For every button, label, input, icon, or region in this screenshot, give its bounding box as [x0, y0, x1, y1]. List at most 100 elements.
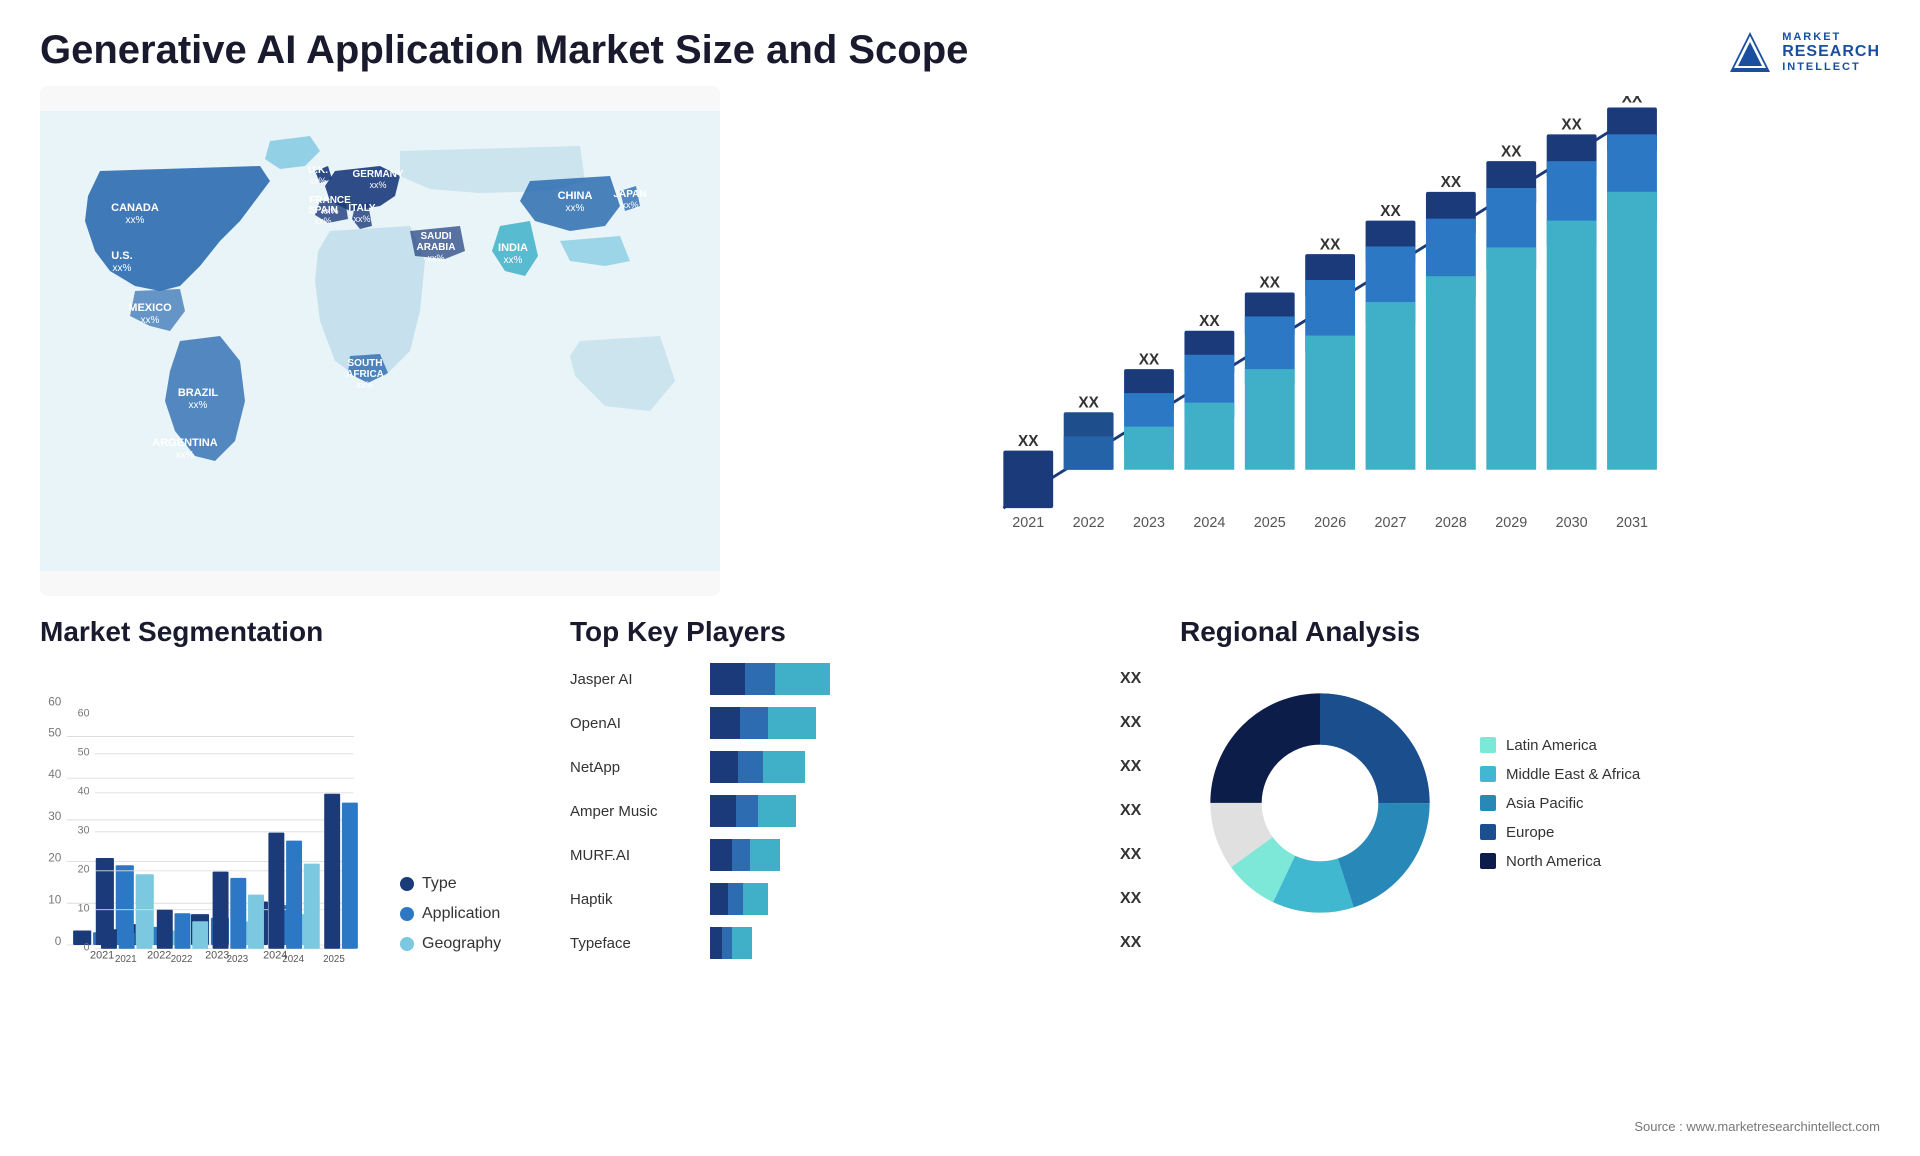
player-bar-seg1	[710, 751, 738, 783]
svg-text:SOUTH: SOUTH	[348, 358, 383, 369]
source-text: Source : www.marketresearchintellect.com	[1634, 1119, 1880, 1134]
player-xx-label: XX	[1120, 802, 1150, 820]
svg-text:xx%: xx%	[621, 200, 638, 210]
application-dot	[400, 907, 414, 921]
page-header: Generative AI Application Market Size an…	[0, 0, 1920, 76]
regional-label: Europe	[1506, 824, 1554, 841]
regional-legend-item: Latin America	[1480, 737, 1640, 754]
svg-text:20: 20	[48, 852, 62, 865]
svg-text:2024: 2024	[1193, 515, 1225, 531]
svg-text:XX: XX	[1320, 236, 1341, 253]
svg-text:60: 60	[48, 696, 62, 709]
bar-chart-wrapper: XX 2021 XX 2022 XX 2023 XX	[760, 96, 1860, 556]
svg-text:xx%: xx%	[314, 216, 331, 226]
player-bar-seg3	[758, 795, 796, 827]
player-bar-seg1	[710, 839, 732, 871]
geography-dot	[400, 937, 414, 951]
seg-chart-area: 0 10 20 30 40 50 60 2021	[40, 663, 540, 983]
svg-text:xx%: xx%	[126, 215, 145, 226]
svg-text:xx%: xx%	[353, 214, 370, 224]
regional-color-box	[1480, 795, 1496, 811]
player-bar-seg1	[710, 927, 722, 959]
svg-text:CANADA: CANADA	[111, 202, 159, 214]
svg-text:XX: XX	[1561, 117, 1582, 134]
player-bar-container	[710, 927, 1102, 959]
logo-icon	[1726, 28, 1774, 76]
svg-text:ARABIA: ARABIA	[417, 242, 456, 253]
seg-legend: Type Application Geography	[400, 875, 501, 983]
player-bar-seg2	[736, 795, 758, 827]
svg-text:0: 0	[84, 941, 90, 953]
regional-legend-item: Middle East & Africa	[1480, 766, 1640, 783]
svg-text:GERMANY: GERMANY	[352, 169, 403, 180]
svg-text:xx%: xx%	[504, 255, 523, 266]
regional-label: North America	[1506, 853, 1601, 870]
player-bar-seg2	[740, 707, 768, 739]
svg-text:SAUDI: SAUDI	[420, 231, 451, 242]
svg-text:50: 50	[78, 747, 90, 759]
svg-text:xx%: xx%	[189, 400, 208, 411]
player-bar-seg2	[738, 751, 763, 783]
svg-text:xx%: xx%	[141, 315, 160, 326]
regional-label: Asia Pacific	[1506, 795, 1584, 812]
svg-text:2025: 2025	[323, 954, 345, 965]
player-xx-label: XX	[1120, 670, 1150, 688]
svg-text:2023: 2023	[1133, 515, 1165, 531]
logo-text: MARKET RESEARCH INTELLECT	[1782, 31, 1880, 73]
player-bar-seg1	[710, 707, 740, 739]
donut-legend: Latin America Middle East & Africa Asia Pa…	[1480, 737, 1640, 870]
regional-legend-item: North America	[1480, 853, 1640, 870]
logo-box: MARKET RESEARCH INTELLECT	[1726, 28, 1880, 76]
player-bar-seg3	[750, 839, 780, 871]
svg-text:40: 40	[48, 768, 62, 781]
svg-text:2027: 2027	[1375, 515, 1407, 531]
bottom-section: Market Segmentation 0 10 20 30 40 50 60	[0, 596, 1920, 1156]
players-list: Jasper AIXXOpenAIXXNetAppXXAmper MusicXX…	[570, 663, 1150, 959]
svg-text:2025: 2025	[1254, 515, 1286, 531]
player-xx-label: XX	[1120, 846, 1150, 864]
player-row: OpenAIXX	[570, 707, 1150, 739]
player-bar-seg2	[745, 663, 775, 695]
svg-text:INDIA: INDIA	[498, 242, 528, 254]
player-name: NetApp	[570, 759, 700, 776]
svg-text:50: 50	[48, 727, 62, 740]
svg-text:2022: 2022	[171, 954, 193, 965]
player-row: Jasper AIXX	[570, 663, 1150, 695]
svg-text:30: 30	[48, 810, 62, 823]
legend-application: Application	[400, 905, 501, 923]
svg-text:2028: 2028	[1435, 515, 1467, 531]
svg-text:XX: XX	[1441, 174, 1462, 191]
player-row: NetAppXX	[570, 751, 1150, 783]
player-row: Amper MusicXX	[570, 795, 1150, 827]
svg-text:2031: 2031	[1616, 515, 1648, 531]
regional-color-box	[1480, 853, 1496, 869]
svg-text:U.K.: U.K.	[308, 165, 328, 176]
svg-text:CHINA: CHINA	[558, 190, 593, 202]
regional-title: Regional Analysis	[1180, 616, 1880, 648]
svg-text:2030: 2030	[1556, 515, 1588, 531]
svg-text:ARGENTINA: ARGENTINA	[152, 437, 217, 449]
player-name: Typeface	[570, 935, 700, 952]
player-bar-seg1	[710, 663, 745, 695]
svg-text:JAPAN: JAPAN	[613, 189, 646, 200]
player-xx-label: XX	[1120, 934, 1150, 952]
svg-text:2021: 2021	[115, 954, 137, 965]
player-bar-container	[710, 751, 1102, 783]
player-bar-seg3	[775, 663, 830, 695]
svg-text:XX: XX	[1380, 203, 1401, 220]
bar-chart-container: XX 2021 XX 2022 XX 2023 XX	[740, 86, 1880, 596]
player-bar-container	[710, 795, 1102, 827]
svg-text:40: 40	[78, 786, 90, 798]
svg-text:xx%: xx%	[309, 176, 326, 186]
svg-text:AFRICA: AFRICA	[346, 369, 384, 380]
donut-area: Latin America Middle East & Africa Asia Pa…	[1180, 663, 1880, 943]
svg-text:xx%: xx%	[566, 203, 585, 214]
logo-area: MARKET RESEARCH INTELLECT	[1726, 28, 1880, 76]
player-bar-seg3	[768, 707, 816, 739]
svg-text:0: 0	[55, 935, 62, 948]
regional-color-box	[1480, 766, 1496, 782]
player-xx-label: XX	[1120, 714, 1150, 732]
svg-text:XX: XX	[1139, 351, 1160, 368]
svg-text:20: 20	[78, 864, 90, 876]
regional-legend-item: Asia Pacific	[1480, 795, 1640, 812]
